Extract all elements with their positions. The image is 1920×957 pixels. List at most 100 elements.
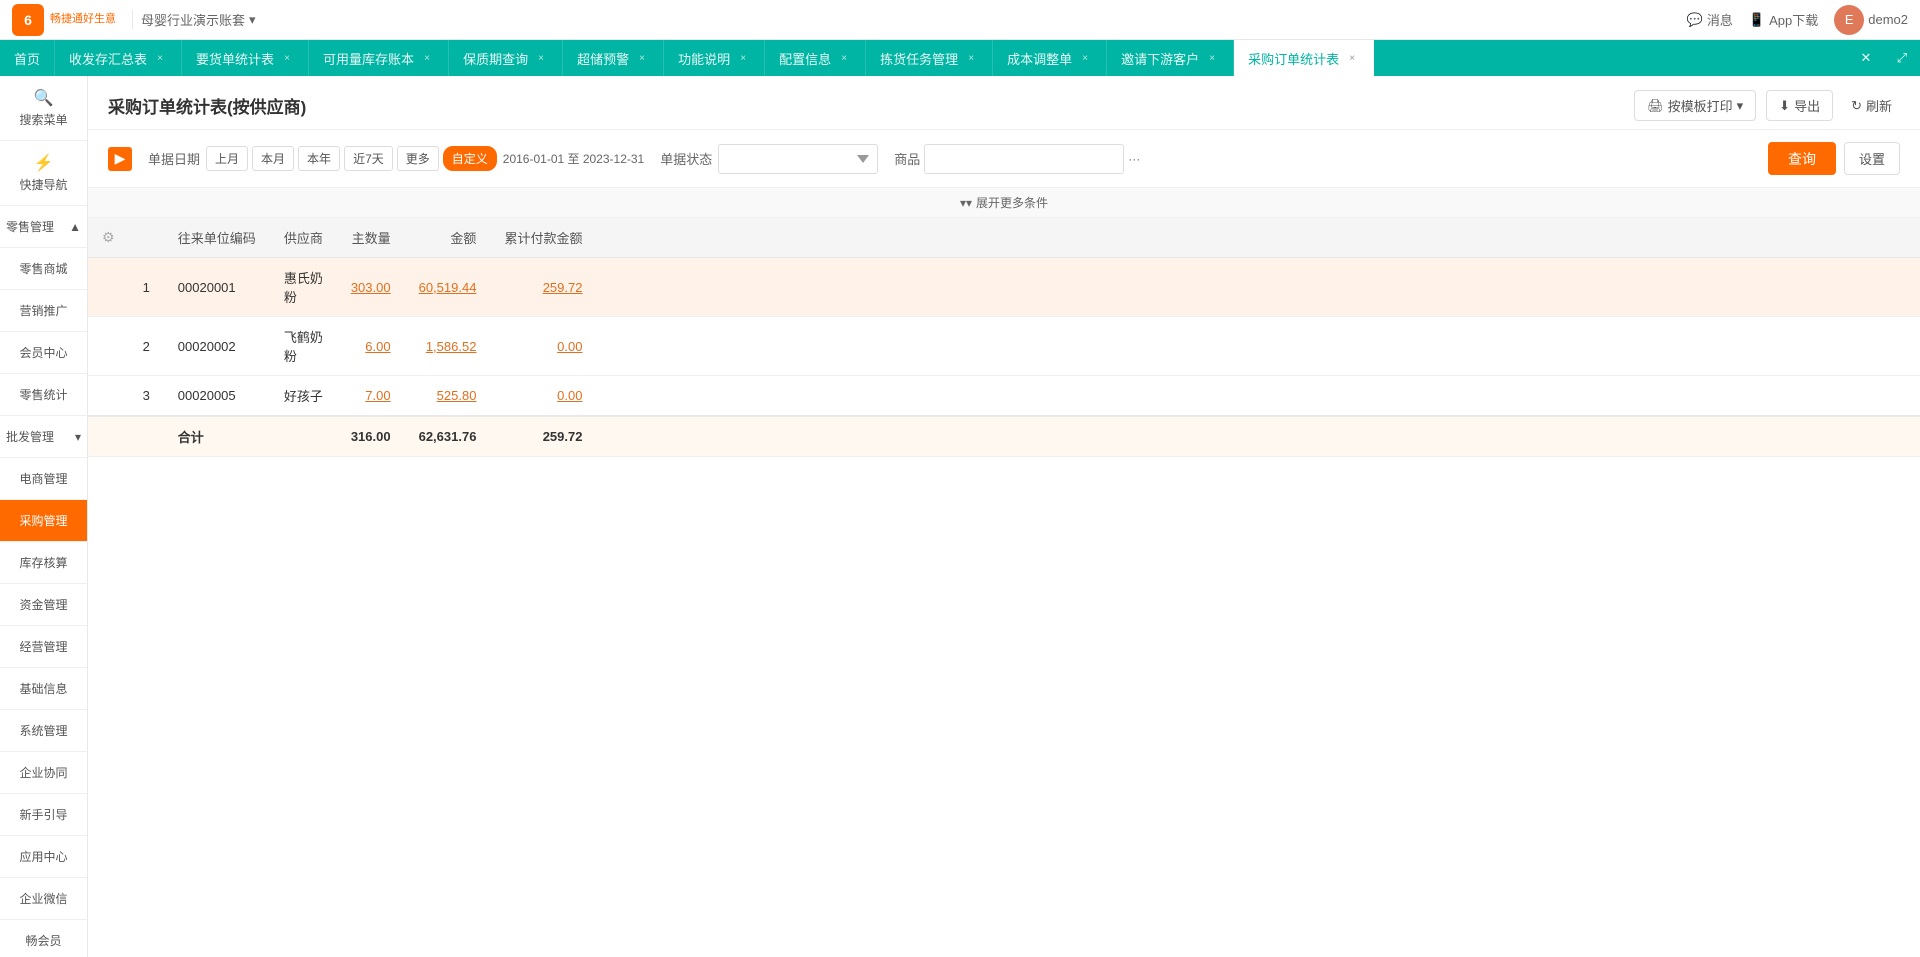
- tab-close-icon[interactable]: ×: [1345, 51, 1359, 65]
- sidebar-item-newbie[interactable]: 新手引导: [0, 794, 87, 836]
- tab-close-icon[interactable]: ×: [420, 51, 434, 65]
- tab-config-info-label: 配置信息: [779, 49, 831, 68]
- tab-cost-adjust[interactable]: 成本调整单 ×: [993, 40, 1107, 76]
- sidebar-item-search[interactable]: 🔍 搜索菜单: [0, 76, 87, 141]
- workspace-selector[interactable]: 母婴行业演示账套 ▾: [132, 10, 264, 29]
- status-filter-label: 单据状态: [660, 149, 712, 168]
- sidebar-item-basic[interactable]: 基础信息: [0, 668, 87, 710]
- sidebar-item-wholesale[interactable]: 批发管理 ▾: [0, 416, 87, 458]
- tab-close-icon[interactable]: ×: [280, 51, 294, 65]
- paid-amount-3: 0.00: [490, 376, 596, 417]
- tab-stock-book-label: 可用量库存账本: [323, 49, 414, 68]
- tab-close-icon[interactable]: ×: [736, 51, 750, 65]
- sidebar-item-retail-label: 零售管理: [6, 218, 54, 235]
- footer-paid-amount: 259.72: [490, 416, 596, 457]
- settings-button[interactable]: 设置: [1844, 142, 1900, 175]
- goods-search-input[interactable]: [924, 144, 1124, 174]
- th-row-num: [129, 218, 164, 258]
- workspace-chevron-icon: ▾: [249, 12, 256, 28]
- sidebar-item-enterprise[interactable]: 企业协同: [0, 752, 87, 794]
- sidebar-item-ecommerce[interactable]: 电商管理: [0, 458, 87, 500]
- th-supplier-name: 供应商: [270, 218, 337, 258]
- tab-purchase-order-stats[interactable]: 采购订单统计表 ×: [1234, 40, 1374, 76]
- sidebar-item-operation[interactable]: 经营管理: [0, 626, 87, 668]
- sidebar-item-member[interactable]: 会员中心: [0, 332, 87, 374]
- date-filter-group: 单据日期 上月 本月 本年 近7天 更多 自定义 2016-01-01 至 20…: [148, 146, 644, 171]
- supplier-name-1: 惠氏奶粉: [270, 258, 337, 317]
- sidebar-item-inventory[interactable]: 库存核算: [0, 542, 87, 584]
- tab-receive-summary[interactable]: 收发存汇总表 ×: [55, 40, 182, 76]
- table-body: 1 00020001 惠氏奶粉 303.00 60,519.44 259.72 …: [88, 258, 1920, 417]
- tab-close-icon[interactable]: ×: [837, 51, 851, 65]
- date-btn-this-month[interactable]: 本月: [252, 146, 294, 171]
- tab-invite-customer-label: 邀请下游客户: [1121, 49, 1199, 68]
- sidebar-item-ecommerce-label: 电商管理: [19, 470, 67, 487]
- message-icon: 💬: [1687, 12, 1703, 28]
- tab-close-icon[interactable]: ×: [1078, 51, 1092, 65]
- tab-close-icon[interactable]: ×: [964, 51, 978, 65]
- date-btn-7days[interactable]: 近7天: [344, 146, 393, 171]
- sidebar-item-appstore[interactable]: 应用中心: [0, 836, 87, 878]
- content-area: 采购订单统计表(按供应商) 🖨 按模板打印 ▾ ⬇ 导出 ↻ 刷新: [88, 76, 1920, 957]
- sidebar-item-wholesale-label: 批发管理: [6, 428, 54, 445]
- export-button[interactable]: ⬇ 导出: [1766, 90, 1833, 121]
- column-settings-icon[interactable]: ⚙: [102, 229, 115, 245]
- tab-stock-book[interactable]: 可用量库存账本 ×: [309, 40, 449, 76]
- print-chevron-icon: ▾: [1737, 98, 1744, 114]
- table-header: ⚙ 往来单位编码 供应商 主数量 金额 累计付款金额: [88, 218, 1920, 258]
- message-button[interactable]: 💬 消息: [1687, 10, 1733, 29]
- tab-func-desc[interactable]: 功能说明 ×: [664, 40, 765, 76]
- nav-expand-button[interactable]: ⤢: [1884, 40, 1920, 76]
- tab-invite-customer[interactable]: 邀请下游客户 ×: [1107, 40, 1234, 76]
- user-profile[interactable]: E demo2: [1834, 5, 1908, 35]
- tab-purchase-summary[interactable]: 要货单统计表 ×: [182, 40, 309, 76]
- top-bar-left: 6 畅捷通好生意 母婴行业演示账套 ▾: [12, 4, 264, 36]
- date-btn-last-month[interactable]: 上月: [206, 146, 248, 171]
- tab-stow-task[interactable]: 拣货任务管理 ×: [866, 40, 993, 76]
- sidebar-item-retail-mall-label: 零售商城: [19, 260, 67, 277]
- refresh-label: 刷新: [1866, 96, 1892, 115]
- extra-1: [596, 258, 1920, 317]
- print-button[interactable]: 🖨 按模板打印 ▾: [1634, 90, 1756, 121]
- nav-right-actions: ✕ ⤢: [1848, 40, 1920, 76]
- sidebar-item-retail-stats[interactable]: 零售统计: [0, 374, 87, 416]
- tab-overstock[interactable]: 超储预警 ×: [563, 40, 664, 76]
- sidebar-item-wechat[interactable]: 企业微信: [0, 878, 87, 920]
- sidebar-item-system-label: 系统管理: [19, 722, 67, 739]
- query-button[interactable]: 查询: [1768, 142, 1836, 175]
- refresh-button[interactable]: ↻ 刷新: [1843, 91, 1900, 120]
- sidebar-item-operation-label: 经营管理: [19, 638, 67, 655]
- expand-more-button[interactable]: ▾▾ 展开更多条件: [960, 194, 1048, 211]
- tab-config-info[interactable]: 配置信息 ×: [765, 40, 866, 76]
- status-select[interactable]: [718, 144, 878, 174]
- sidebar-item-marketing[interactable]: 营销推广: [0, 290, 87, 332]
- date-btn-more[interactable]: 更多: [397, 146, 439, 171]
- sidebar-item-retail[interactable]: 零售管理 ▲: [0, 206, 87, 248]
- table-row: 3 00020005 好孩子 7.00 525.80 0.00: [88, 376, 1920, 417]
- filter-toggle-button[interactable]: ▶: [108, 147, 132, 171]
- sidebar-item-purchase[interactable]: 采购管理: [0, 500, 87, 542]
- retail-section: 零售管理 ▲: [6, 218, 81, 235]
- expand-more-bar: ▾▾ 展开更多条件: [88, 188, 1920, 218]
- sidebar-item-retail-mall[interactable]: 零售商城: [0, 248, 87, 290]
- supplier-name-3: 好孩子: [270, 376, 337, 417]
- sidebar-item-vip[interactable]: 畅会员: [0, 920, 87, 957]
- date-btn-this-year[interactable]: 本年: [298, 146, 340, 171]
- sidebar-item-quick-nav[interactable]: ⚡ 快捷导航: [0, 141, 87, 206]
- date-btn-custom[interactable]: 自定义: [443, 146, 497, 171]
- sidebar-item-system[interactable]: 系统管理: [0, 710, 87, 752]
- tab-close-icon[interactable]: ×: [1205, 51, 1219, 65]
- row-settings-3: [88, 376, 129, 417]
- supplier-code-3: 00020005: [164, 376, 270, 417]
- date-filter-label: 单据日期: [148, 149, 200, 168]
- tab-close-icon[interactable]: ×: [534, 51, 548, 65]
- app-download-button[interactable]: 📱 App下载: [1749, 10, 1818, 29]
- tab-expiry-query[interactable]: 保质期查询 ×: [449, 40, 563, 76]
- nav-close-button[interactable]: ✕: [1848, 40, 1884, 76]
- tab-home[interactable]: 首页: [0, 40, 55, 76]
- sidebar-item-finance[interactable]: 资金管理: [0, 584, 87, 626]
- tab-close-icon[interactable]: ×: [635, 51, 649, 65]
- goods-more-button[interactable]: ···: [1128, 152, 1140, 166]
- tab-close-icon[interactable]: ×: [153, 51, 167, 65]
- sidebar-item-marketing-label: 营销推广: [19, 302, 67, 319]
